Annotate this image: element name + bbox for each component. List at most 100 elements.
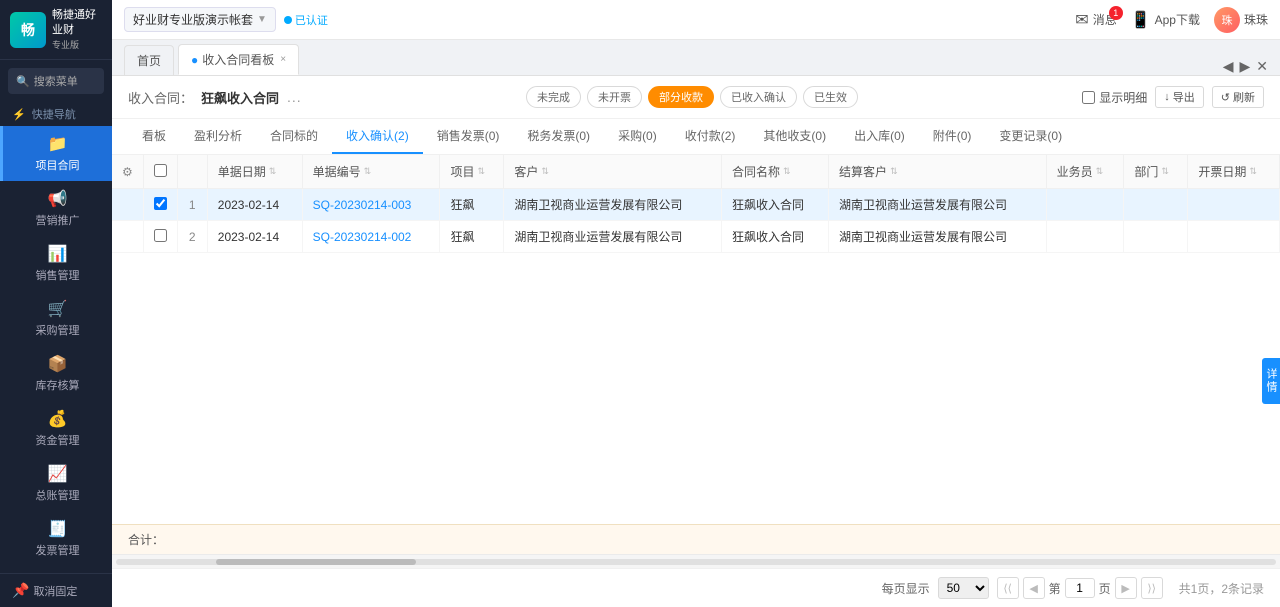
message-icon: ✉	[1075, 10, 1088, 30]
tab-board[interactable]: 看板	[128, 119, 180, 154]
sidebar-item-inventory[interactable]: 📦 库存核算	[0, 346, 112, 401]
show-detail-checkbox-area[interactable]: 显示明细	[1082, 86, 1147, 108]
page-summary: 共1页，2条记录	[1179, 580, 1264, 597]
company-selector[interactable]: 好业财专业版演示帐套 ▼	[124, 7, 276, 32]
sidebar-search-area: 🔍 搜索菜单	[0, 60, 112, 102]
message-button[interactable]: ✉ 1 消息	[1075, 10, 1116, 30]
user-avatar-area[interactable]: 珠 珠珠	[1214, 7, 1268, 33]
scrollbar-track	[116, 559, 1276, 565]
export-button[interactable]: ↓ 导出	[1155, 86, 1204, 108]
th-contract-name[interactable]: 合同名称 ⇅	[721, 155, 828, 189]
show-detail-checkbox[interactable]	[1082, 91, 1095, 104]
app-logo: 畅 畅捷通好业财 专业版	[0, 0, 112, 60]
sidebar-item-ledger[interactable]: 📈 总账管理	[0, 456, 112, 511]
sidebar-item-label: 项目合同	[36, 157, 80, 173]
topbar-left: 好业财专业版演示帐套 ▼ 已认证	[124, 7, 328, 32]
th-sales-rep[interactable]: 业务员 ⇅	[1046, 155, 1124, 189]
sidebar-item-label: 总账管理	[36, 487, 80, 503]
select-all-checkbox[interactable]	[154, 164, 167, 177]
page-number-input[interactable]	[1065, 578, 1095, 598]
quick-nav-row: ⚡ 快捷导航	[0, 102, 112, 126]
verified-badge: 已认证	[284, 12, 328, 28]
more-options-button[interactable]: ...	[287, 89, 302, 105]
row-number-link[interactable]: SQ-20230214-003	[313, 198, 412, 212]
sidebar-item-finance[interactable]: 💰 资金管理	[0, 401, 112, 456]
th-customer[interactable]: 客户 ⇅	[504, 155, 722, 189]
row-contract-name: 狂飙收入合同	[721, 189, 828, 221]
th-num	[177, 155, 207, 189]
tab-home[interactable]: 首页	[124, 45, 174, 75]
sidebar-item-marketing[interactable]: 📢 营销推广	[0, 181, 112, 236]
table-row[interactable]: 2 2023-02-14 SQ-20230214-002 狂飙 湖南卫视商业运营…	[112, 221, 1280, 253]
status-incomplete-btn[interactable]: 未完成	[526, 86, 581, 108]
close-icon[interactable]: ×	[280, 54, 286, 65]
search-menu-button[interactable]: 🔍 搜索菜单	[8, 68, 104, 94]
sidebar-item-sales[interactable]: 📊 销售管理	[0, 236, 112, 291]
sidebar-item-label: 发票管理	[36, 542, 80, 558]
tab-sales-invoice[interactable]: 销售发票(0)	[423, 119, 514, 154]
th-open-date[interactable]: 开票日期 ⇅	[1188, 155, 1280, 189]
th-settlement-customer[interactable]: 结算客户 ⇅	[829, 155, 1047, 189]
tab-payment[interactable]: 收付款(2)	[671, 119, 750, 154]
row-project: 狂飙	[440, 221, 504, 253]
ledger-icon: 📈	[48, 464, 68, 484]
page-next-button[interactable]: ▶	[1115, 577, 1137, 599]
th-settings[interactable]: ⚙	[112, 155, 143, 189]
tab-warehouse[interactable]: 出入库(0)	[840, 119, 919, 154]
sidebar-item-project-contract[interactable]: 📁 项目合同	[0, 126, 112, 181]
sort-icon: ⇅	[1161, 166, 1169, 177]
status-uninvoiced-btn[interactable]: 未开票	[587, 86, 642, 108]
status-effective-btn[interactable]: 已生效	[803, 86, 858, 108]
tab-profit[interactable]: 盈利分析	[180, 119, 256, 154]
sidebar-item-tax[interactable]: 🏛 税务管理	[0, 566, 112, 573]
th-number[interactable]: 单据编号 ⇅	[302, 155, 440, 189]
scrollbar-thumb[interactable]	[216, 559, 416, 565]
sidebar-item-label: 采购管理	[36, 322, 80, 338]
row-number[interactable]: SQ-20230214-003	[302, 189, 440, 221]
tab-prev-button[interactable]: ◀	[1223, 58, 1234, 75]
sidebar-item-label: 销售管理	[36, 267, 80, 283]
sidebar-item-invoice[interactable]: 🧾 发票管理	[0, 511, 112, 566]
tab-contract-board[interactable]: ● 收入合同看板 ×	[178, 44, 299, 75]
table-area[interactable]: ⚙ 单据日期 ⇅	[112, 155, 1280, 524]
unpin-button[interactable]: 📌 取消固定	[0, 574, 112, 607]
sidebar-item-label: 资金管理	[36, 432, 80, 448]
tab-other-receipts[interactable]: 其他收支(0)	[749, 119, 840, 154]
pagination: 每页显示 50 20 100 ⟨⟨ ◀ 第 页 ▶ ⟩⟩ 共1页，2条记录	[112, 568, 1280, 607]
invoice-icon: 🧾	[48, 519, 68, 539]
row-checkbox[interactable]	[143, 189, 177, 221]
th-date[interactable]: 单据日期 ⇅	[207, 155, 302, 189]
tab-purchase[interactable]: 采购(0)	[604, 119, 671, 154]
row-select-checkbox[interactable]	[154, 197, 167, 210]
settings-icon[interactable]: ⚙	[122, 165, 133, 179]
row-number[interactable]: SQ-20230214-002	[302, 221, 440, 253]
tab-revenue-confirm[interactable]: 收入确认(2)	[332, 119, 423, 154]
th-department[interactable]: 部门 ⇅	[1124, 155, 1188, 189]
sidebar-item-purchase[interactable]: 🛒 采购管理	[0, 291, 112, 346]
tab-change-log[interactable]: 变更记录(0)	[985, 119, 1076, 154]
tab-next-button[interactable]: ▶	[1239, 58, 1250, 75]
verified-dot-icon	[284, 16, 292, 24]
tab-tax-invoice[interactable]: 税务发票(0)	[513, 119, 604, 154]
row-settlement-customer: 湖南卫视商业运营发展有限公司	[829, 221, 1047, 253]
per-page-select[interactable]: 50 20 100	[938, 577, 989, 599]
status-confirmed-btn[interactable]: 已收入确认	[720, 86, 797, 108]
th-project[interactable]: 项目 ⇅	[440, 155, 504, 189]
tab-contract-subject[interactable]: 合同标的	[256, 119, 332, 154]
page-last-button[interactable]: ⟩⟩	[1141, 577, 1163, 599]
app-download-button[interactable]: 📱 App下载	[1131, 10, 1200, 30]
page-tabbar: 首页 ● 收入合同看板 × ◀ ▶ ✕	[112, 40, 1280, 76]
page-first-button[interactable]: ⟨⟨	[997, 577, 1019, 599]
row-number-link[interactable]: SQ-20230214-002	[313, 230, 412, 244]
row-select-checkbox[interactable]	[154, 229, 167, 242]
tab-close-all-button[interactable]: ✕	[1256, 58, 1268, 75]
th-checkbox[interactable]	[143, 155, 177, 189]
refresh-button[interactable]: ↺ 刷新	[1212, 86, 1264, 108]
tab-attachments[interactable]: 附件(0)	[919, 119, 986, 154]
table-row[interactable]: 1 2023-02-14 SQ-20230214-003 狂飙 湖南卫视商业运营…	[112, 189, 1280, 221]
detail-side-panel-button[interactable]: 详情	[1262, 358, 1280, 404]
row-checkbox[interactable]	[143, 221, 177, 253]
page-prev-button[interactable]: ◀	[1023, 577, 1045, 599]
status-partial-btn[interactable]: 部分收款	[648, 86, 714, 108]
horizontal-scrollbar[interactable]	[112, 554, 1280, 568]
